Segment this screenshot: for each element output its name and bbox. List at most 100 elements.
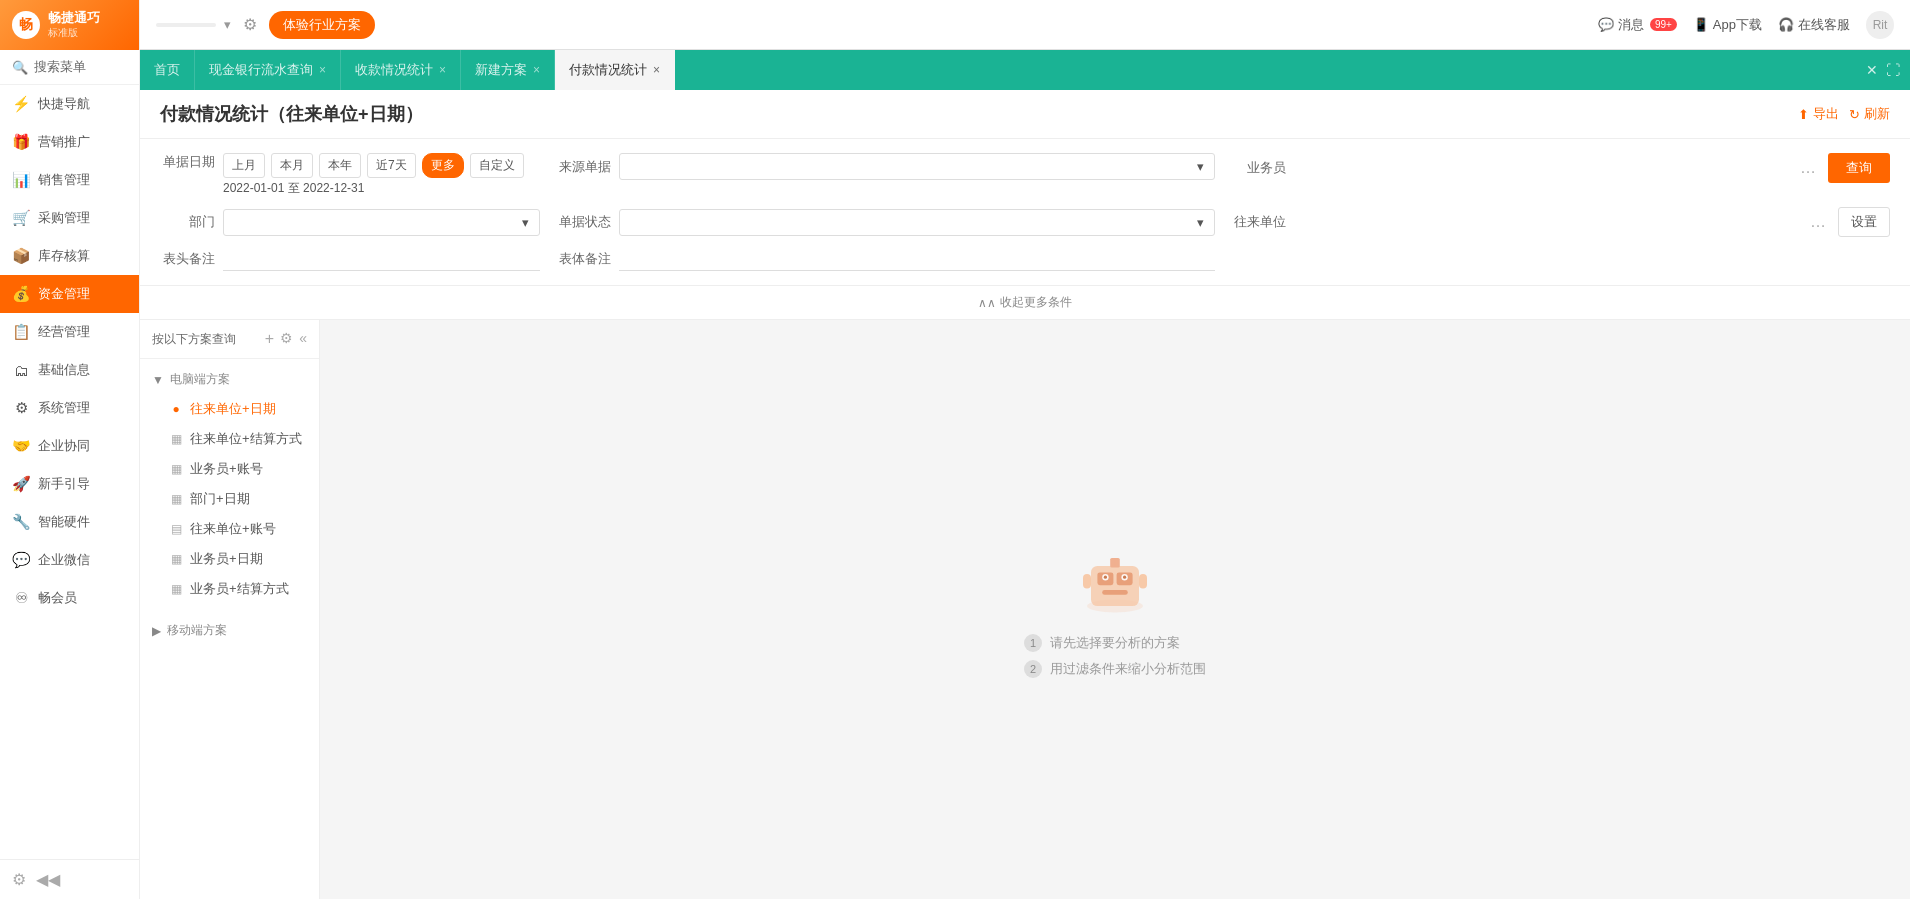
quicknav-icon: ⚡ [12, 95, 30, 113]
tab-home[interactable]: 首页 [140, 50, 195, 90]
sidebar-item-collab[interactable]: 🤝 企业协同 [0, 427, 139, 465]
tab-payments[interactable]: 付款情况统计 × [555, 50, 675, 90]
online-service-label: 在线客服 [1798, 16, 1850, 34]
dept-select[interactable]: ▾ [223, 209, 540, 236]
counterpart-ellipsis[interactable]: … [1806, 213, 1830, 231]
scheme-counterpart-date[interactable]: ● 往来单位+日期 [140, 394, 319, 424]
empty-illustration [1065, 542, 1165, 622]
avatar: Rit [1866, 11, 1894, 39]
app-download-item[interactable]: 📱 App下载 [1693, 16, 1762, 34]
mobile-section-title[interactable]: ▶ 移动端方案 [140, 616, 319, 645]
search-menu[interactable]: 🔍 搜索菜单 [0, 50, 139, 85]
company-name [156, 23, 216, 27]
empty-hint-2: 2 用过滤条件来缩小分析范围 [1024, 660, 1206, 678]
scheme-header-actions: + ⚙ « [265, 330, 307, 348]
scheme-counterpart-date-label: 往来单位+日期 [190, 400, 276, 418]
topbar-settings-icon[interactable]: ⚙ [243, 15, 257, 34]
purchase-label: 采购管理 [38, 209, 90, 227]
inventory-label: 库存核算 [38, 247, 90, 265]
scheme-counterpart-settlement-label: 往来单位+结算方式 [190, 430, 302, 448]
collapse-sidebar-icon[interactable]: ◀◀ [36, 870, 60, 889]
desktop-section-title[interactable]: ▼ 电脑端方案 [140, 365, 319, 394]
sidebar-item-basic[interactable]: 🗂 基础信息 [0, 351, 139, 389]
basic-icon: 🗂 [12, 361, 30, 379]
salesperson-ellipsis[interactable]: … [1796, 159, 1820, 177]
messages-label: 消息 [1618, 16, 1644, 34]
filter-panel: 单据日期 上月 本月 本年 近7天 更多 自定义 2022-01-01 至 20… [140, 139, 1910, 286]
table-header-note-input[interactable] [223, 247, 540, 271]
content-area: 付款情况统计（往来单位+日期） ⬆ 导出 ↻ 刷新 单据日期 [140, 90, 1910, 899]
hint-text-1: 请先选择要分析的方案 [1050, 634, 1180, 652]
tab-bank-close[interactable]: × [319, 63, 326, 77]
user-profile[interactable]: Rit [1866, 11, 1894, 39]
date-range-text: 2022-01-01 至 2022-12-31 [223, 180, 524, 197]
wechat-icon: 💬 [12, 551, 30, 569]
dept-label: 部门 [160, 213, 215, 231]
hardware-icon: 🔧 [12, 513, 30, 531]
tab-receipts[interactable]: 收款情况统计 × [341, 50, 461, 90]
setting-btn[interactable]: 设置 [1838, 207, 1890, 237]
scheme-salesperson-account[interactable]: ▦ 业务员+账号 [140, 454, 319, 484]
industry-btn[interactable]: 体验行业方案 [269, 11, 375, 39]
sidebar-item-system[interactable]: ⚙ 系统管理 [0, 389, 139, 427]
scheme-counterpart-settlement[interactable]: ▦ 往来单位+结算方式 [140, 424, 319, 454]
finance-icon: 💰 [12, 285, 30, 303]
table-body-note-input[interactable] [619, 247, 1215, 271]
collab-icon: 🤝 [12, 437, 30, 455]
scheme-dept-date[interactable]: ▦ 部门+日期 [140, 484, 319, 514]
sidebar-item-finance[interactable]: 💰 资金管理 [0, 275, 139, 313]
body-area: 按以下方案查询 + ⚙ « ▼ 电脑端方案 ● 往来单位+日期 [140, 320, 1910, 899]
scheme-add-icon[interactable]: + [265, 330, 274, 348]
hint-text-2: 用过滤条件来缩小分析范围 [1050, 660, 1206, 678]
sidebar-item-sales[interactable]: 📊 销售管理 [0, 161, 139, 199]
topbar-right: 💬 消息 99+ 📱 App下载 🎧 在线客服 Rit [1598, 11, 1894, 39]
tab-expand-icon[interactable]: ⛶ [1886, 62, 1900, 78]
query-btn[interactable]: 查询 [1828, 153, 1890, 183]
date-label: 单据日期 [160, 153, 215, 171]
scheme-salesperson-settlement[interactable]: ▦ 业务员+结算方式 [140, 574, 319, 604]
sidebar-item-inventory[interactable]: 📦 库存核算 [0, 237, 139, 275]
refresh-btn[interactable]: ↻ 刷新 [1849, 105, 1890, 123]
date-btn-7days[interactable]: 近7天 [367, 153, 416, 178]
date-btn-this-year[interactable]: 本年 [319, 153, 361, 178]
settings-footer-icon[interactable]: ⚙ [12, 870, 26, 889]
tab-new-scheme-close[interactable]: × [533, 63, 540, 77]
refresh-label: 刷新 [1864, 105, 1890, 123]
sidebar-item-operations[interactable]: 📋 经营管理 [0, 313, 139, 351]
source-select[interactable]: ▾ [619, 153, 1215, 180]
scheme-collapse-icon[interactable]: « [299, 330, 307, 348]
tab-receipts-close[interactable]: × [439, 63, 446, 77]
scheme-salesperson-account-label: 业务员+账号 [190, 460, 263, 478]
tab-bank[interactable]: 现金银行流水查询 × [195, 50, 341, 90]
export-btn[interactable]: ⬆ 导出 [1798, 105, 1839, 123]
date-btn-this-month[interactable]: 本月 [271, 153, 313, 178]
messages-item[interactable]: 💬 消息 99+ [1598, 16, 1677, 34]
voucher-status-select[interactable]: ▾ [619, 209, 1215, 236]
collapse-bar[interactable]: ∧∧ 收起更多条件 [140, 286, 1910, 320]
scheme-salesperson-date[interactable]: ▦ 业务员+日期 [140, 544, 319, 574]
online-service-item[interactable]: 🎧 在线客服 [1778, 16, 1850, 34]
sidebar-item-member[interactable]: ♾ 畅会员 [0, 579, 139, 617]
date-btn-last-month[interactable]: 上月 [223, 153, 265, 178]
tab-payments-label: 付款情况统计 [569, 61, 647, 79]
collapse-label: 收起更多条件 [1000, 294, 1072, 311]
sidebar-item-purchase[interactable]: 🛒 采购管理 [0, 199, 139, 237]
sidebar-item-quicknav[interactable]: ⚡ 快捷导航 [0, 85, 139, 123]
date-btn-custom[interactable]: 自定义 [470, 153, 524, 178]
finance-label: 资金管理 [38, 285, 90, 303]
page-title: 付款情况统计（往来单位+日期） [160, 102, 423, 126]
date-btn-more[interactable]: 更多 [422, 153, 464, 178]
topbar-dropdown-icon[interactable]: ▾ [224, 17, 231, 32]
tab-close-all-icon[interactable]: ✕ [1866, 62, 1878, 78]
sidebar-item-marketing[interactable]: 🎁 营销推广 [0, 123, 139, 161]
sidebar-item-hardware[interactable]: 🔧 智能硬件 [0, 503, 139, 541]
tab-new-scheme[interactable]: 新建方案 × [461, 50, 555, 90]
date-options: 上月 本月 本年 近7天 更多 自定义 2022-01-01 至 2022-12… [223, 153, 524, 197]
marketing-label: 营销推广 [38, 133, 90, 151]
sidebar-item-wechat[interactable]: 💬 企业微信 [0, 541, 139, 579]
tab-payments-close[interactable]: × [653, 63, 660, 77]
sidebar-item-guide[interactable]: 🚀 新手引导 [0, 465, 139, 503]
collab-label: 企业协同 [38, 437, 90, 455]
scheme-setting-icon[interactable]: ⚙ [280, 330, 293, 348]
scheme-counterpart-account[interactable]: ▤ 往来单位+账号 [140, 514, 319, 544]
